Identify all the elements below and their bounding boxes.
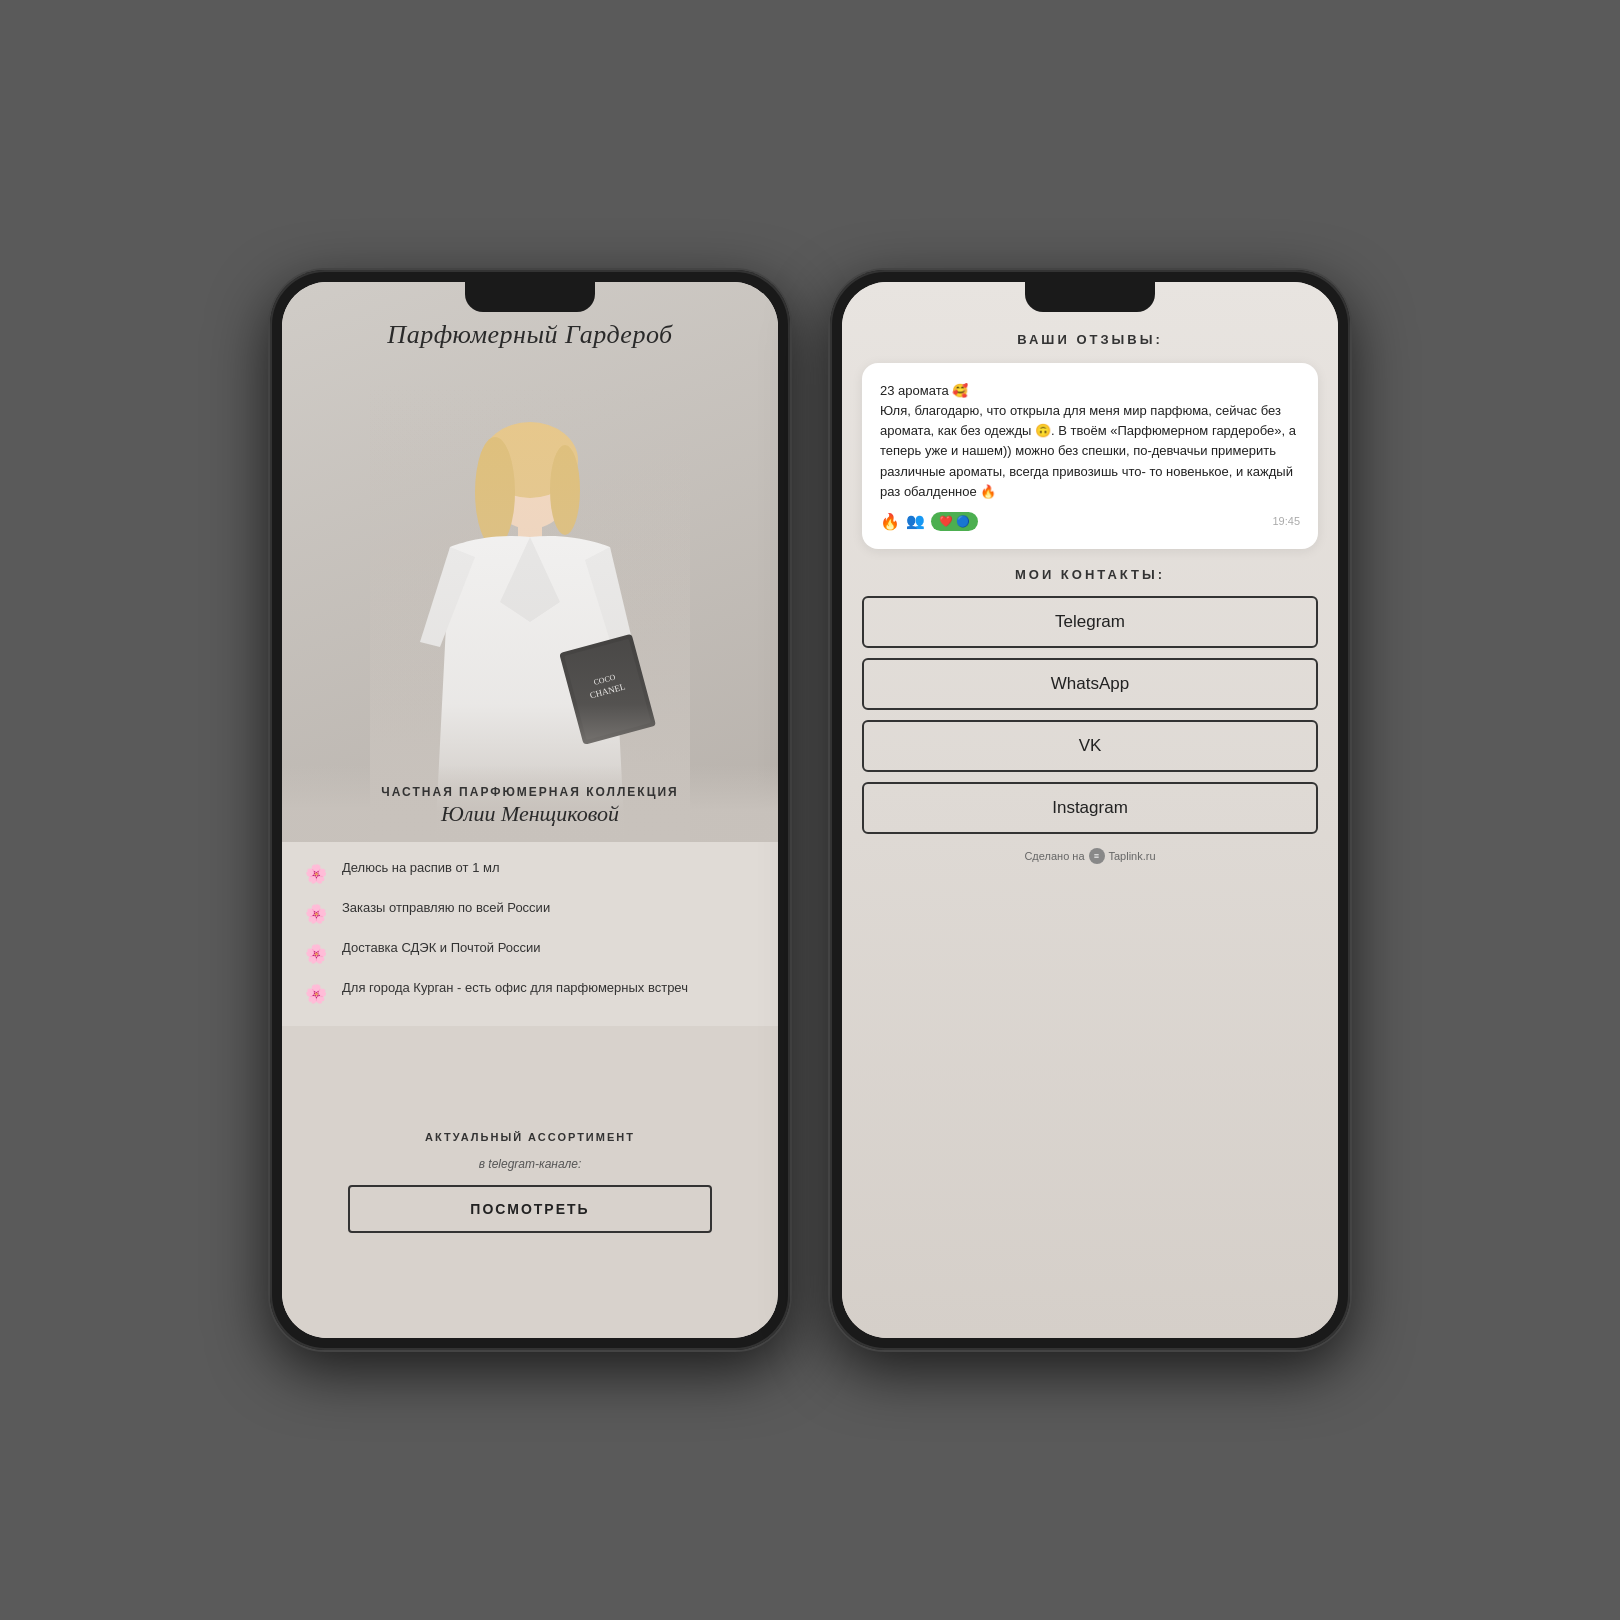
- feature-item-4: 🌸 Для города Курган - есть офис для парф…: [302, 980, 758, 1008]
- cta-subtitle: в telegram-канале:: [479, 1157, 582, 1171]
- feature-text-1: Делюсь на распив от 1 мл: [342, 860, 500, 875]
- reaction-people: 👥: [906, 512, 925, 530]
- review-time: 19:45: [1272, 515, 1300, 527]
- hero-bottom: ЧАСТНАЯ ПАРФЮМЕРНАЯ КОЛЛЕКЦИЯ Юлии Менщи…: [282, 765, 778, 842]
- phone-2: ВАШИ ОТЗЫВЫ: 23 аромата 🥰Юля, благодарю,…: [830, 270, 1350, 1350]
- reviews-title: ВАШИ ОТЗЫВЫ:: [862, 332, 1318, 347]
- phone1-notch: [465, 282, 595, 312]
- feature-text-3: Доставка СДЭК и Почтой России: [342, 940, 541, 955]
- phone1-hero: Парфюмерный Гардероб: [282, 282, 778, 842]
- review-reactions: 🔥 👥 ❤️ 🔵: [880, 512, 978, 531]
- taplink-text: Сделано на: [1024, 850, 1084, 862]
- contact-vk[interactable]: VK: [862, 720, 1318, 772]
- phone1-features: 🌸 Делюсь на распив от 1 мл 🌸 Заказы отпр…: [282, 842, 778, 1026]
- feature-item-1: 🌸 Делюсь на распив от 1 мл: [302, 860, 758, 888]
- feature-text-4: Для города Курган - есть офис для парфюм…: [342, 980, 688, 995]
- feature-text-2: Заказы отправляю по всей России: [342, 900, 550, 915]
- contact-whatsapp[interactable]: WhatsApp: [862, 658, 1318, 710]
- phone2-content: ВАШИ ОТЗЫВЫ: 23 аромата 🥰Юля, благодарю,…: [842, 282, 1338, 1338]
- reaction-green: ❤️ 🔵: [931, 512, 978, 531]
- phone1-content: Парфюмерный Гардероб: [282, 282, 778, 1338]
- taplink-icon: ≡: [1089, 848, 1105, 864]
- feature-icon-3: 🌸: [302, 940, 330, 968]
- feature-icon-4: 🌸: [302, 980, 330, 1008]
- reaction-fire: 🔥: [880, 512, 900, 531]
- taplink-brand: Taplink.ru: [1109, 850, 1156, 862]
- phone1-cta: АКТУАЛЬНЫЙ АССОРТИМЕНТ в telegram-канале…: [282, 1026, 778, 1338]
- review-text: 23 аромата 🥰Юля, благодарю, что открыла …: [880, 381, 1300, 502]
- cta-button[interactable]: посмотреть: [348, 1185, 713, 1233]
- cta-title: АКТУАЛЬНЫЙ АССОРТИМЕНТ: [425, 1131, 635, 1143]
- taplink-footer: Сделано на ≡ Taplink.ru: [862, 848, 1318, 864]
- contacts-title: МОИ КОНТАКТЫ:: [862, 567, 1318, 582]
- contact-instagram[interactable]: Instagram: [862, 782, 1318, 834]
- feature-icon-2: 🌸: [302, 900, 330, 928]
- hero-subtitle: ЧАСТНАЯ ПАРФЮМЕРНАЯ КОЛЛЕКЦИЯ: [302, 785, 758, 799]
- phone2-notch: [1025, 282, 1155, 312]
- feature-item-2: 🌸 Заказы отправляю по всей России: [302, 900, 758, 928]
- feature-item-3: 🌸 Доставка СДЭК и Почтой России: [302, 940, 758, 968]
- review-card: 23 аромата 🥰Юля, благодарю, что открыла …: [862, 363, 1318, 549]
- hero-title: Парфюмерный Гардероб: [282, 320, 778, 350]
- feature-icon-1: 🌸: [302, 860, 330, 888]
- hero-name: Юлии Менщиковой: [302, 801, 758, 827]
- contact-telegram[interactable]: Telegram: [862, 596, 1318, 648]
- review-footer: 🔥 👥 ❤️ 🔵 19:45: [880, 512, 1300, 531]
- phone-1: Парфюмерный Гардероб: [270, 270, 790, 1350]
